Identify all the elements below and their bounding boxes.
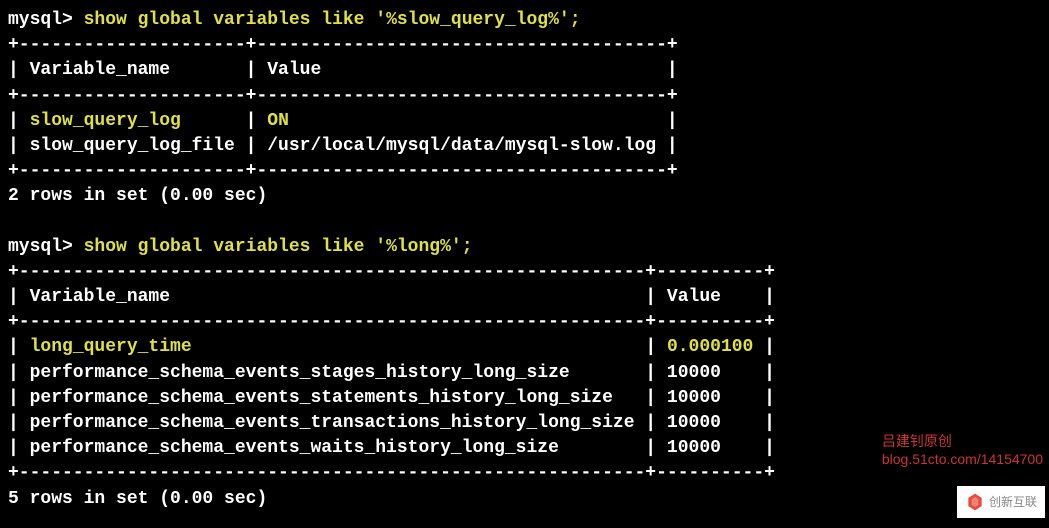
table2-row: | long_query_time | 0.000100 |: [8, 335, 1041, 360]
sql-command-1: show global variables like '%slow_query_…: [84, 10, 581, 30]
variable-name: slow_query_log: [30, 111, 181, 131]
variable-value: ON: [267, 111, 289, 131]
table2-row: | performance_schema_events_statements_h…: [8, 386, 1041, 411]
table1-summary: 2 rows in set (0.00 sec): [8, 184, 1041, 209]
table2-border-top: +---------------------------------------…: [8, 260, 1041, 285]
table2-row: | performance_schema_events_stages_histo…: [8, 361, 1041, 386]
mysql-prompt: mysql>: [8, 237, 73, 257]
table1-border-mid: +---------------------+-----------------…: [8, 84, 1041, 109]
logo-text: 创新互联: [989, 494, 1037, 511]
mysql-prompt: mysql>: [8, 10, 73, 30]
blank-line: [8, 210, 1041, 235]
table1-border-bot: +---------------------+-----------------…: [8, 159, 1041, 184]
sql-command-2: show global variables like '%long%';: [84, 237, 473, 257]
mysql-prompt-line-2: mysql> show global variables like '%long…: [8, 235, 1041, 260]
watermark-url: blog.51cto.com/14154700: [882, 450, 1043, 468]
table2-summary: 5 rows in set (0.00 sec): [8, 487, 1041, 512]
table2-header: | Variable_name | Value |: [8, 285, 1041, 310]
mysql-prompt-line-1: mysql> show global variables like '%slow…: [8, 8, 1041, 33]
variable-name: long_query_time: [30, 337, 192, 357]
table2-border-mid: +---------------------------------------…: [8, 310, 1041, 335]
table1-border-top: +---------------------+-----------------…: [8, 33, 1041, 58]
variable-value: 0.000100: [667, 337, 753, 357]
table1-row: | slow_query_log_file | /usr/local/mysql…: [8, 134, 1041, 159]
watermark: 吕建钊原创 blog.51cto.com/14154700: [882, 432, 1043, 468]
logo-badge: 创新互联: [957, 486, 1045, 518]
table1-row: | slow_query_log | ON |: [8, 109, 1041, 134]
watermark-author: 吕建钊原创: [882, 432, 1043, 450]
logo-icon: [965, 492, 985, 512]
table1-header: | Variable_name | Value |: [8, 58, 1041, 83]
